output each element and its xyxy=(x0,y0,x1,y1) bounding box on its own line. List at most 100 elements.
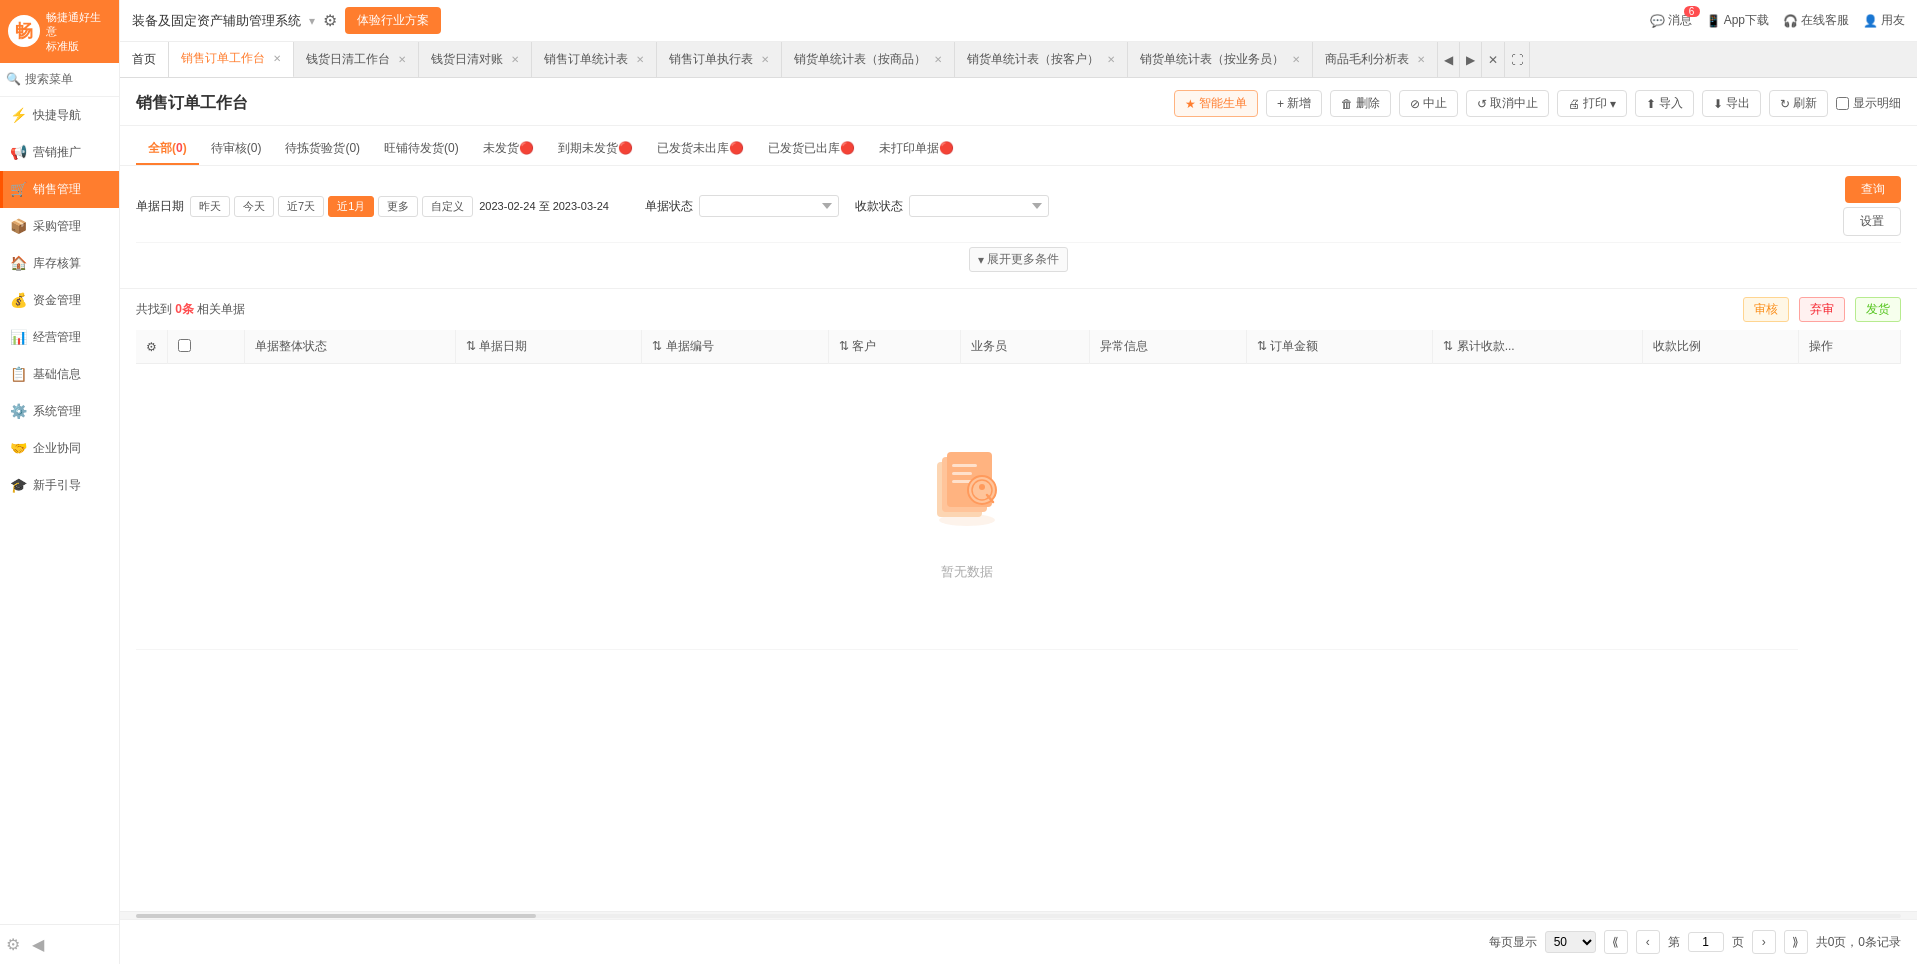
th-number[interactable]: ⇅ 单据编号 xyxy=(642,330,829,364)
subtab-pending-review[interactable]: 待审核(0) xyxy=(199,134,274,165)
query-button[interactable]: 查询 xyxy=(1845,176,1901,203)
th-settings[interactable]: ⚙ xyxy=(136,330,168,364)
add-button[interactable]: + 新增 xyxy=(1266,90,1322,117)
prev-page-button[interactable]: ‹ xyxy=(1636,930,1660,954)
stop-button[interactable]: ⊘ 中止 xyxy=(1399,90,1458,117)
tab-cash-reconcile[interactable]: 钱货日清对账 ✕ xyxy=(419,42,532,78)
print-button[interactable]: 🖨 打印 ▾ xyxy=(1557,90,1627,117)
time-btn-custom[interactable]: 自定义 xyxy=(422,196,473,217)
sort-number-icon[interactable]: ⇅ xyxy=(652,339,662,353)
page-number-input[interactable] xyxy=(1688,932,1724,952)
subtab-pending-inspect[interactable]: 待拣货验货(0) xyxy=(273,134,372,165)
collapse-icon[interactable]: ◀ xyxy=(32,935,44,954)
subtab-shipped-out[interactable]: 已发货已出库🔴 xyxy=(756,134,867,165)
tab-gross-margin[interactable]: 商品毛利分析表 ✕ xyxy=(1313,42,1438,78)
th-checkbox[interactable] xyxy=(168,330,245,364)
next-page-button[interactable]: › xyxy=(1752,930,1776,954)
tab-sales-summary-customer[interactable]: 销货单统计表（按客户） ✕ xyxy=(955,42,1128,78)
export-button[interactable]: ⬇ 导出 xyxy=(1702,90,1761,117)
tab-close-sales-summary-staff[interactable]: ✕ xyxy=(1292,54,1300,65)
search-menu[interactable]: 🔍 搜索菜单 xyxy=(0,63,119,97)
tab-close-sales-order[interactable]: ✕ xyxy=(273,53,281,64)
th-customer[interactable]: ⇅ 客户 xyxy=(828,330,960,364)
sidebar-item-sales[interactable]: 🛒 销售管理 xyxy=(0,171,119,208)
horizontal-scrollbar[interactable] xyxy=(120,911,1917,919)
sidebar-item-quick-nav[interactable]: ⚡ 快捷导航 xyxy=(0,97,119,134)
ship-button[interactable]: 发货 xyxy=(1855,297,1901,322)
sidebar-item-finance[interactable]: 💰 资金管理 xyxy=(0,282,119,319)
filter-payment-select[interactable] xyxy=(909,195,1049,217)
sidebar-item-operations[interactable]: 📊 经营管理 xyxy=(0,319,119,356)
app-download-item[interactable]: 📱 App下载 xyxy=(1706,12,1769,29)
settings-icon[interactable]: ⚙ xyxy=(6,935,20,954)
sidebar-item-marketing[interactable]: 📢 营销推广 xyxy=(0,134,119,171)
tab-close-cash-daily[interactable]: ✕ xyxy=(398,54,406,65)
message-icon-item[interactable]: 💬 消息 6 xyxy=(1650,12,1692,29)
show-detail-checkbox[interactable] xyxy=(1836,97,1849,110)
sidebar-item-basic[interactable]: 📋 基础信息 xyxy=(0,356,119,393)
subtab-shipped-not-out[interactable]: 已发货未出库🔴 xyxy=(645,134,756,165)
subtab-not-shipped[interactable]: 未发货🔴 xyxy=(471,134,546,165)
tab-close-gross-margin[interactable]: ✕ xyxy=(1417,54,1425,65)
select-all-checkbox[interactable] xyxy=(178,339,191,352)
subtab-all[interactable]: 全部(0) xyxy=(136,134,199,165)
tab-close-sales-summary-customer[interactable]: ✕ xyxy=(1107,54,1115,65)
th-status[interactable]: 单据整体状态 xyxy=(245,330,456,364)
show-detail-label[interactable]: 显示明细 xyxy=(1836,95,1901,112)
time-btn-more[interactable]: 更多 xyxy=(378,196,418,217)
subtab-overdue-not-shipped[interactable]: 到期未发货🔴 xyxy=(546,134,645,165)
sidebar-item-inventory[interactable]: 🏠 库存核算 xyxy=(0,245,119,282)
cancel-audit-button[interactable]: 弃审 xyxy=(1799,297,1845,322)
tab-close-cash-reconcile[interactable]: ✕ xyxy=(511,54,519,65)
time-btn-last1m[interactable]: 近1月 xyxy=(328,196,374,217)
refresh-button[interactable]: ↻ 刷新 xyxy=(1769,90,1828,117)
time-btn-yesterday[interactable]: 昨天 xyxy=(190,196,230,217)
th-amount[interactable]: ⇅ 订单金额 xyxy=(1246,330,1433,364)
tab-home[interactable]: 首页 xyxy=(120,42,169,78)
settings-button[interactable]: 设置 xyxy=(1843,207,1901,236)
expand-more-conditions[interactable]: ▾ 展开更多条件 xyxy=(969,247,1068,272)
tab-sales-order[interactable]: 销售订单工作台 ✕ xyxy=(169,42,294,78)
import-button[interactable]: ⬆ 导入 xyxy=(1635,90,1694,117)
time-btn-today[interactable]: 今天 xyxy=(234,196,274,217)
tab-sales-exec[interactable]: 销售订单执行表 ✕ xyxy=(657,42,782,78)
table-settings-icon[interactable]: ⚙ xyxy=(146,340,157,354)
th-date[interactable]: ⇅ 单据日期 xyxy=(455,330,642,364)
audit-button[interactable]: 审核 xyxy=(1743,297,1789,322)
user-menu-item[interactable]: 👤 用友 xyxy=(1863,12,1905,29)
th-collected[interactable]: ⇅ 累计收款... xyxy=(1433,330,1642,364)
topbar-settings-icon[interactable]: ⚙ xyxy=(323,11,337,30)
sidebar-item-enterprise[interactable]: 🤝 企业协同 xyxy=(0,430,119,467)
tab-close-sales-summary-product[interactable]: ✕ xyxy=(934,54,942,65)
last-page-button[interactable]: ⟫ xyxy=(1784,930,1808,954)
tab-close-sales-stats[interactable]: ✕ xyxy=(636,54,644,65)
scrollbar-thumb[interactable] xyxy=(136,914,536,918)
sort-collected-icon[interactable]: ⇅ xyxy=(1443,339,1453,353)
page-size-select[interactable]: 50 10 20 100 xyxy=(1545,931,1596,953)
filter-status-select[interactable] xyxy=(699,195,839,217)
cancel-stop-button[interactable]: ↺ 取消中止 xyxy=(1466,90,1549,117)
tab-close-all[interactable]: ✕ xyxy=(1482,42,1505,78)
subtab-not-printed[interactable]: 未打印单据🔴 xyxy=(867,134,966,165)
sidebar-item-purchase[interactable]: 📦 采购管理 xyxy=(0,208,119,245)
th-payment-ratio[interactable]: 收款比例 xyxy=(1642,330,1798,364)
tab-sales-stats[interactable]: 销售订单统计表 ✕ xyxy=(532,42,657,78)
tab-sales-summary-staff[interactable]: 销货单统计表（按业务员） ✕ xyxy=(1128,42,1313,78)
time-btn-last7[interactable]: 近7天 xyxy=(278,196,324,217)
sidebar-item-guide[interactable]: 🎓 新手引导 xyxy=(0,467,119,504)
tab-maximize[interactable]: ⛶ xyxy=(1505,42,1530,78)
first-page-button[interactable]: ⟪ xyxy=(1604,930,1628,954)
solution-button[interactable]: 体验行业方案 xyxy=(345,7,441,34)
sidebar-item-system[interactable]: ⚙️ 系统管理 xyxy=(0,393,119,430)
delete-button[interactable]: 🗑 删除 xyxy=(1330,90,1391,117)
sort-date-icon[interactable]: ⇅ xyxy=(466,339,476,353)
sort-customer-icon[interactable]: ⇅ xyxy=(839,339,849,353)
online-service-item[interactable]: 🎧 在线客服 xyxy=(1783,12,1849,29)
tab-close-sales-exec[interactable]: ✕ xyxy=(761,54,769,65)
tab-nav-next[interactable]: ▶ xyxy=(1460,42,1482,78)
tab-sales-summary-product[interactable]: 销货单统计表（按商品） ✕ xyxy=(782,42,955,78)
th-staff[interactable]: 业务员 xyxy=(961,330,1090,364)
th-exception[interactable]: 异常信息 xyxy=(1090,330,1246,364)
sort-amount-icon[interactable]: ⇅ xyxy=(1257,339,1267,353)
tab-nav-prev[interactable]: ◀ xyxy=(1438,42,1460,78)
